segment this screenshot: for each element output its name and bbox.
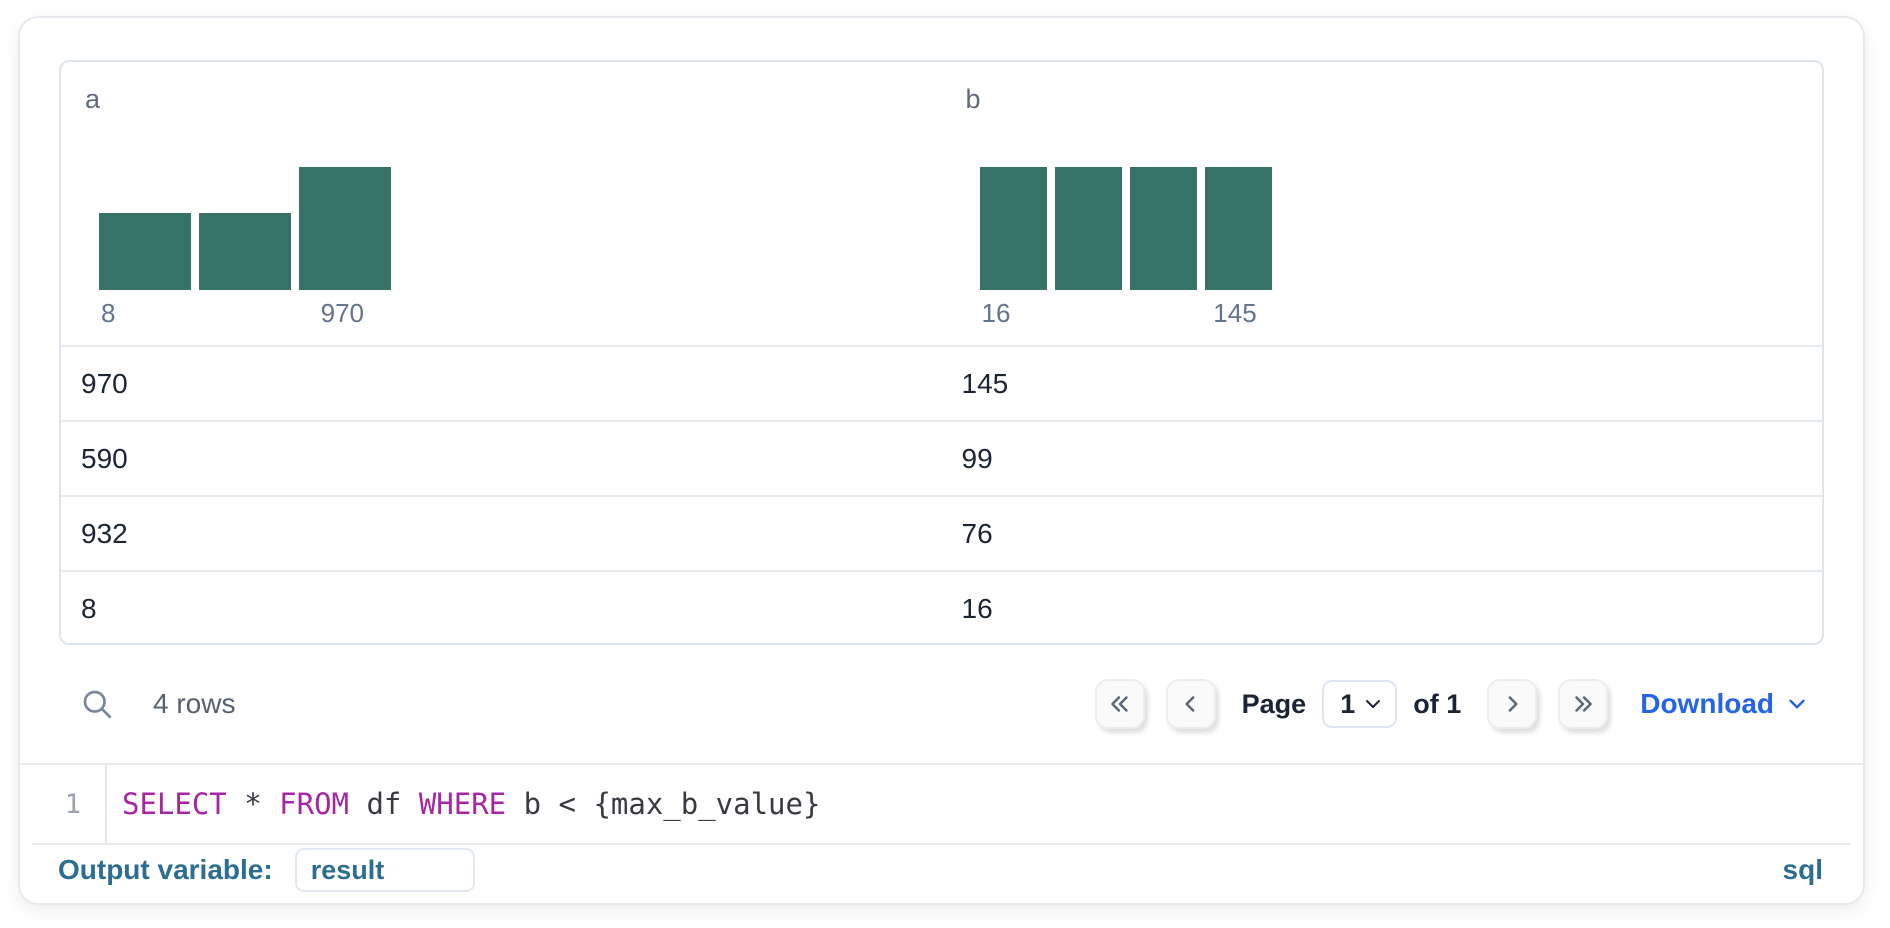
histogram-axis-labels: 16 145 <box>980 290 1272 324</box>
histogram-max-label: 145 <box>1213 298 1256 329</box>
sql-token: * <box>227 787 279 821</box>
search-button[interactable] <box>79 686 115 722</box>
chevrons-right-icon <box>1570 691 1596 717</box>
sql-token: WHERE <box>419 787 506 821</box>
download-button[interactable]: Download <box>1640 688 1810 720</box>
histogram-max-label: 970 <box>321 298 364 329</box>
sql-editor[interactable]: 1 SELECT * FROM df WHERE b < {max_b_valu… <box>20 765 1863 843</box>
column-header-a[interactable]: a 8 970 <box>61 62 942 345</box>
output-variable-label: Output variable: <box>58 854 273 886</box>
row-count-label: 4 rows <box>153 688 235 720</box>
histogram-min-label: 16 <box>982 298 1011 329</box>
pagination: Page 1 of 1 Download <box>1095 679 1810 729</box>
chevron-down-icon <box>1784 691 1810 717</box>
table-row: 932 76 <box>61 495 1822 570</box>
search-icon <box>79 686 115 722</box>
cell-b: 76 <box>942 518 1823 550</box>
histogram-axis-labels: 8 970 <box>99 290 391 324</box>
last-page-button[interactable] <box>1558 679 1608 729</box>
histogram-bar <box>299 167 391 290</box>
cell-b: 99 <box>942 443 1823 475</box>
histogram-bar <box>980 167 1047 290</box>
next-page-button[interactable] <box>1487 679 1537 729</box>
table-row: 970 145 <box>61 345 1822 420</box>
cell-a: 932 <box>61 518 942 550</box>
page-label: Page <box>1242 689 1307 720</box>
histogram-bar <box>99 213 191 290</box>
histogram-bar <box>1205 167 1272 290</box>
output-variable-row: Output variable: sql <box>20 845 1863 903</box>
language-badge: sql <box>1783 854 1823 886</box>
chevron-down-icon <box>1361 692 1385 716</box>
column-header-b[interactable]: b 16 145 <box>942 62 1823 345</box>
first-page-button[interactable] <box>1095 679 1145 729</box>
table-row: 590 99 <box>61 420 1822 495</box>
chevron-left-icon <box>1178 691 1204 717</box>
sql-token: b < {max_b_value} <box>506 787 820 821</box>
sql-token: SELECT <box>122 787 227 821</box>
column-histogram-a <box>99 167 391 290</box>
chevron-right-icon <box>1499 691 1525 717</box>
table-footer: 4 rows Page 1 of 1 <box>59 645 1824 763</box>
page-select[interactable]: 1 <box>1322 680 1397 728</box>
histogram-bar <box>199 213 291 290</box>
cell-b: 16 <box>942 593 1823 625</box>
histogram-bar <box>1130 167 1197 290</box>
page-select-value: 1 <box>1340 689 1355 720</box>
line-number: 1 <box>20 789 105 820</box>
page-total-label: of 1 <box>1413 689 1461 720</box>
output-variable-input[interactable] <box>295 848 475 892</box>
histogram-bar <box>1055 167 1122 290</box>
cell-a: 590 <box>61 443 942 475</box>
previous-page-button[interactable] <box>1166 679 1216 729</box>
table-row: 8 16 <box>61 570 1822 645</box>
column-label: b <box>966 84 1823 114</box>
cell-b: 145 <box>942 368 1823 400</box>
histogram-min-label: 8 <box>101 298 115 329</box>
table-header-row: a 8 970 b 16 145 <box>61 62 1822 345</box>
cell-a: 8 <box>61 593 942 625</box>
sql-cell-card: a 8 970 b 16 145 970 145 590 99 <box>18 16 1865 905</box>
column-histogram-b <box>980 167 1272 290</box>
column-label: a <box>85 84 942 114</box>
sql-code-line[interactable]: SELECT * FROM df WHERE b < {max_b_value} <box>107 787 820 821</box>
chevrons-left-icon <box>1107 691 1133 717</box>
result-table: a 8 970 b 16 145 970 145 590 99 <box>59 60 1824 645</box>
sql-token: df <box>349 787 419 821</box>
cell-a: 970 <box>61 368 942 400</box>
download-label: Download <box>1640 688 1774 720</box>
sql-token: FROM <box>279 787 349 821</box>
